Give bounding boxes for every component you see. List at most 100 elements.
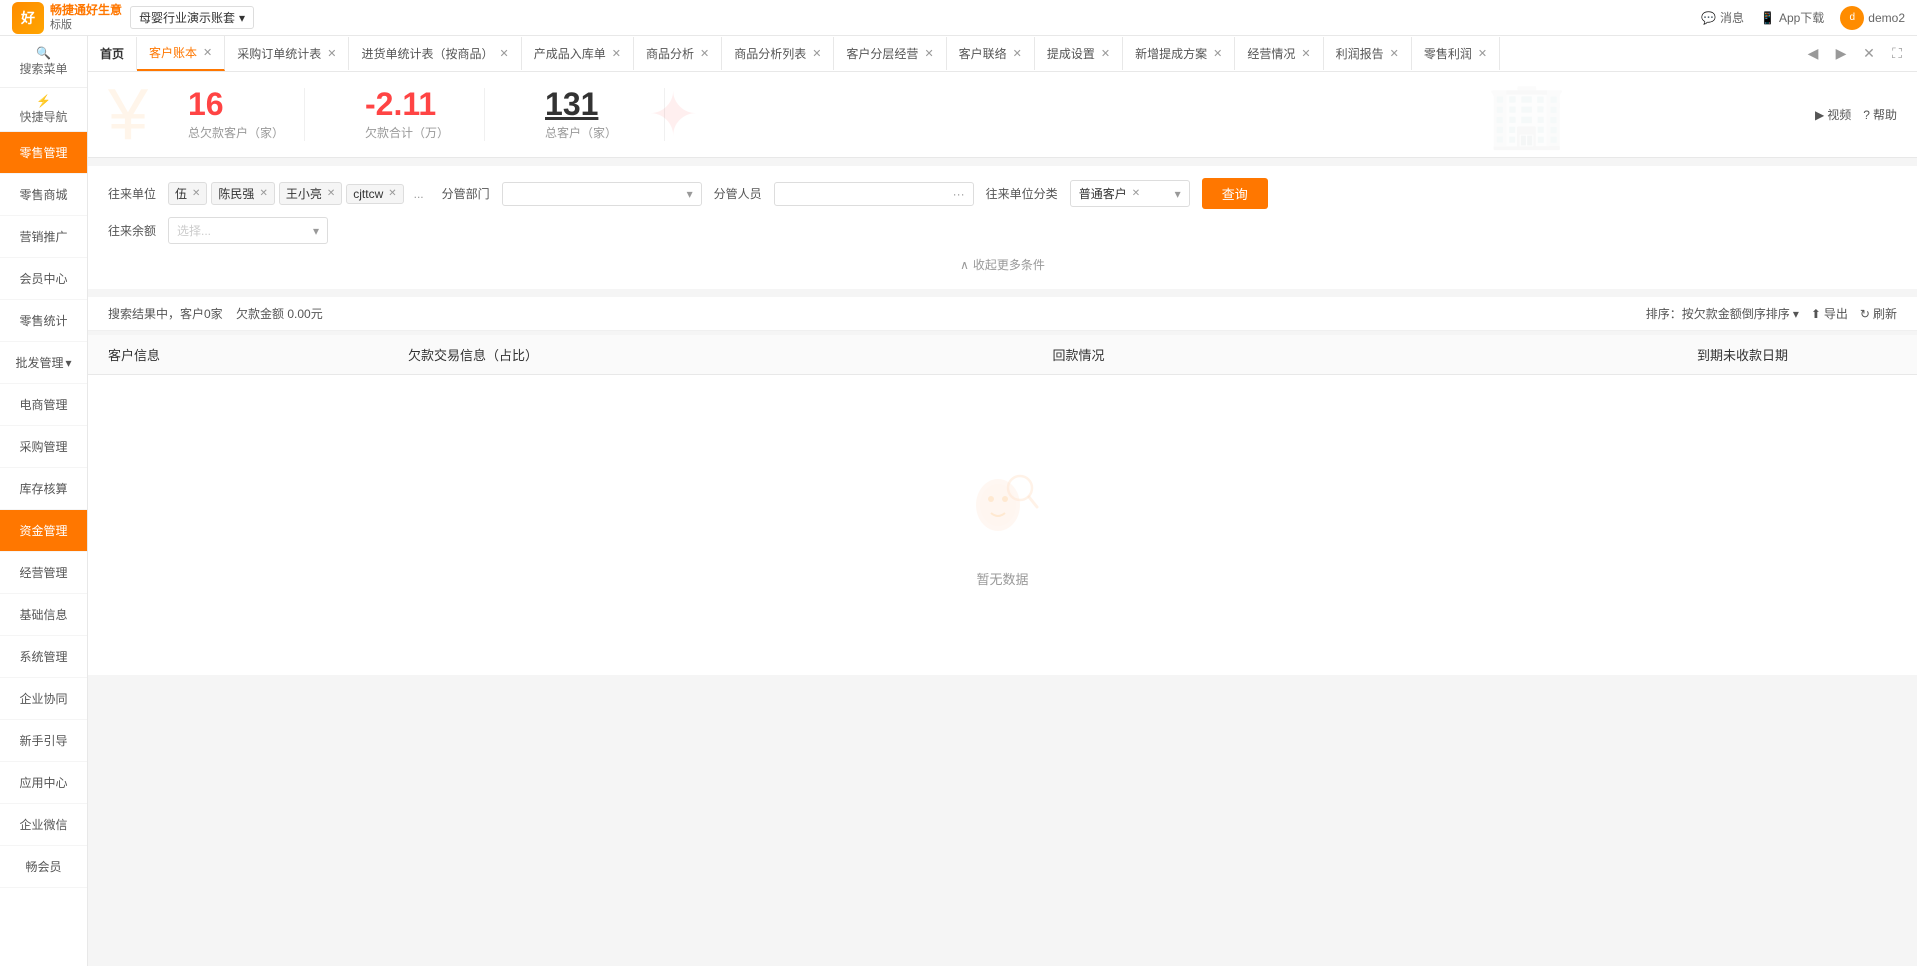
- tab-customer-account[interactable]: 客户账本 ✕: [137, 36, 225, 71]
- tab-close-icon[interactable]: ✕: [1213, 47, 1222, 60]
- avatar: d: [1840, 6, 1864, 30]
- results-bar-right: 排序：按欠款金额倒序排序 ▾ ⬆ 导出 ↻ 刷新: [1646, 305, 1897, 322]
- tab-commission-settings[interactable]: 提成设置 ✕: [1035, 37, 1123, 70]
- tab-customer-layered[interactable]: 客户分层经营 ✕: [834, 37, 946, 70]
- chevron-down-icon: ▾: [65, 356, 71, 370]
- dept-select[interactable]: ▾: [502, 182, 702, 206]
- results-bar: 搜索结果中，客户0家 欠款金额 0.00元 排序：按欠款金额倒序排序 ▾ ⬆ 导…: [88, 297, 1917, 331]
- person-filter-label: 分管人员: [714, 185, 762, 202]
- sidebar-item-newbie-guide[interactable]: 新手引导: [0, 720, 87, 762]
- tab-close-icon[interactable]: ✕: [812, 47, 821, 60]
- sidebar-item-retail-mgmt[interactable]: 零售管理: [0, 132, 87, 174]
- chevron-down-icon: ▾: [687, 187, 693, 201]
- tab-retail-profit[interactable]: 零售利润 ✕: [1412, 37, 1500, 70]
- unit-category-label: 往来单位分类: [986, 185, 1058, 202]
- sidebar-item-inventory[interactable]: 库存核算: [0, 468, 87, 510]
- sidebar-item-ecommerce[interactable]: 电商管理: [0, 384, 87, 426]
- filter-tag-chenminqiang[interactable]: 陈民强 ✕: [211, 182, 274, 205]
- sidebar-item-app-center[interactable]: 应用中心: [0, 762, 87, 804]
- top-bar: 好 畅捷通好生意 标版 母婴行业演示账套 ▾ 💬 消息 📱 App下载 d de…: [0, 0, 1917, 36]
- tab-profit-report[interactable]: 利润报告 ✕: [1324, 37, 1412, 70]
- collapse-btn[interactable]: ∧ 收起更多条件: [956, 252, 1049, 277]
- balance-select[interactable]: 选择... ▾: [168, 217, 328, 244]
- sidebar-search[interactable]: 🔍 搜索菜单: [0, 36, 87, 88]
- unit-category-tag[interactable]: 普通客户 ✕: [1079, 185, 1140, 202]
- chevron-up-icon: ∧: [960, 258, 969, 272]
- tab-prev-btn[interactable]: ◀: [1801, 42, 1825, 66]
- tab-close-icon[interactable]: ✕: [1101, 47, 1110, 60]
- filter-more-btn[interactable]: ...: [408, 185, 430, 203]
- sidebar-item-wholesale-mgmt[interactable]: 批发管理 ▾: [0, 342, 87, 384]
- tag-close-icon[interactable]: ✕: [327, 188, 335, 199]
- tab-product-analysis[interactable]: 商品分析 ✕: [634, 37, 722, 70]
- filter-area: 往来单位 伍 ✕ 陈民强 ✕ 王小亮 ✕: [88, 166, 1917, 289]
- tab-finished-products[interactable]: 产成品入库单 ✕: [522, 37, 634, 70]
- filter-tag-wu[interactable]: 伍 ✕: [168, 182, 207, 205]
- tab-close-icon[interactable]: ✕: [203, 46, 212, 59]
- tab-customer-contact[interactable]: 客户联络 ✕: [947, 37, 1035, 70]
- tab-close-icon[interactable]: ✕: [700, 47, 709, 60]
- sidebar-item-operations-mgmt[interactable]: 经营管理: [0, 552, 87, 594]
- stat1-label: 总欠款客户（家）: [188, 124, 284, 141]
- tab-operations[interactable]: 经营情况 ✕: [1235, 37, 1323, 70]
- demo-selector[interactable]: 母婴行业演示账套 ▾: [130, 6, 254, 29]
- filter-tag-cjttcw[interactable]: cjttcw ✕: [346, 184, 403, 204]
- tab-close-icon[interactable]: ✕: [1013, 47, 1022, 60]
- filter-row-1: 往来单位 伍 ✕ 陈民强 ✕ 王小亮 ✕: [108, 178, 1897, 209]
- empty-illustration: [963, 463, 1043, 543]
- sort-button[interactable]: 排序：按欠款金额倒序排序 ▾: [1646, 305, 1799, 322]
- tab-fullscreen-btn[interactable]: ⛶: [1885, 42, 1909, 66]
- empty-text: 暂无数据: [976, 569, 1028, 588]
- tab-controls: ◀ ▶ ✕ ⛶: [1793, 42, 1917, 66]
- refresh-button[interactable]: ↻ 刷新: [1860, 305, 1897, 322]
- dept-filter-label: 分管部门: [442, 185, 490, 202]
- sidebar-item-purchase-mgmt[interactable]: 采购管理: [0, 426, 87, 468]
- tab-close-all-btn[interactable]: ✕: [1857, 42, 1881, 66]
- tab-close-icon[interactable]: ✕: [1301, 47, 1310, 60]
- sidebar-item-marketing[interactable]: 营销推广: [0, 216, 87, 258]
- tag-close-icon[interactable]: ✕: [1132, 188, 1140, 199]
- tab-close-icon[interactable]: ✕: [1478, 47, 1487, 60]
- sidebar-item-retail-stats[interactable]: 零售统计: [0, 300, 87, 342]
- sidebar-item-retail-mall[interactable]: 零售商城: [0, 174, 87, 216]
- download-icon: 📱: [1760, 11, 1775, 25]
- app-download-btn[interactable]: 📱 App下载: [1760, 9, 1824, 26]
- sidebar-item-member-center[interactable]: 会员中心: [0, 258, 87, 300]
- tab-new-commission-plan[interactable]: 新增提成方案 ✕: [1123, 37, 1235, 70]
- message-btn[interactable]: 💬 消息: [1701, 9, 1744, 26]
- tag-close-icon[interactable]: ✕: [259, 188, 267, 199]
- sidebar-item-enterprise-collab[interactable]: 企业协同: [0, 678, 87, 720]
- filter-row-2: 往来余额 选择... ▾: [108, 217, 1897, 244]
- sidebar-item-finance-mgmt[interactable]: 资金管理: [0, 510, 87, 552]
- tab-close-icon[interactable]: ✕: [1390, 47, 1399, 60]
- video-link[interactable]: ▶ 视频: [1815, 106, 1851, 123]
- filter-tag-wangxiaoliang[interactable]: 王小亮 ✕: [279, 182, 342, 205]
- stats-bar: ¥ ✦ 🏢 16 总欠款客户（家） -2.11 欠款合计（万） 131 总客户（…: [88, 72, 1917, 158]
- tab-close-icon[interactable]: ✕: [924, 47, 933, 60]
- export-button[interactable]: ⬆ 导出: [1811, 305, 1848, 322]
- person-select[interactable]: ···: [774, 182, 974, 206]
- sidebar-quick-nav[interactable]: ⚡ 快捷导航: [0, 88, 87, 132]
- tag-close-icon[interactable]: ✕: [192, 188, 200, 199]
- sidebar-item-chang-member[interactable]: 畅会员: [0, 846, 87, 888]
- tab-close-icon[interactable]: ✕: [500, 47, 509, 60]
- empty-icon: [963, 463, 1043, 557]
- col-customer-info: 客户信息: [108, 345, 408, 364]
- sidebar-item-basic-info[interactable]: 基础信息: [0, 594, 87, 636]
- tab-close-icon[interactable]: ✕: [327, 47, 336, 60]
- query-button[interactable]: 查询: [1202, 178, 1268, 209]
- tag-close-icon[interactable]: ✕: [388, 188, 396, 199]
- stat2-value: -2.11: [365, 88, 436, 120]
- chevron-down-icon: ▾: [1175, 187, 1181, 201]
- sidebar-item-wechat-work[interactable]: 企业微信: [0, 804, 87, 846]
- tab-home[interactable]: 首页: [88, 37, 137, 70]
- sidebar-item-system-mgmt[interactable]: 系统管理: [0, 636, 87, 678]
- user-menu[interactable]: d demo2: [1840, 6, 1905, 30]
- tab-close-icon[interactable]: ✕: [612, 47, 621, 60]
- tab-product-analysis-list[interactable]: 商品分析列表 ✕: [722, 37, 834, 70]
- tab-next-btn[interactable]: ▶: [1829, 42, 1853, 66]
- tab-purchase-order-stats[interactable]: 采购订单统计表 ✕: [225, 37, 349, 70]
- help-link[interactable]: ? 帮助: [1863, 106, 1897, 123]
- unit-category-select[interactable]: 普通客户 ✕ ▾: [1070, 180, 1190, 207]
- tab-purchase-stats-by-product[interactable]: 进货单统计表（按商品） ✕: [349, 37, 521, 70]
